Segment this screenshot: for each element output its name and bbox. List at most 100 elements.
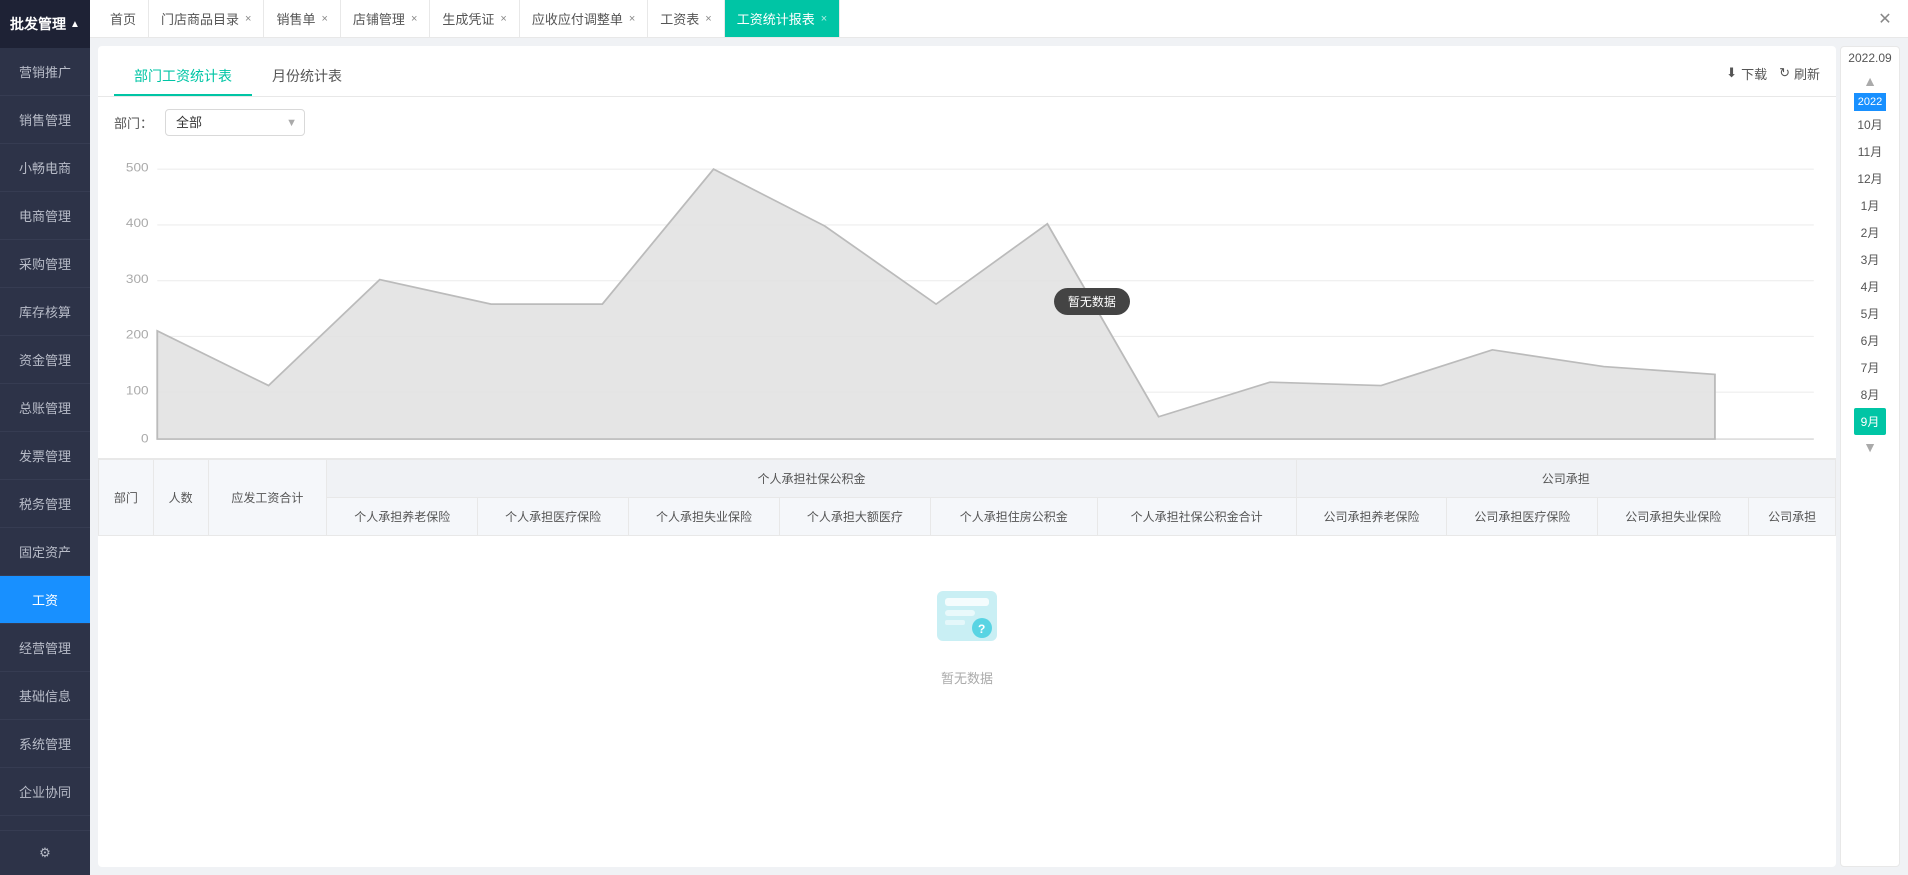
tab-bar-end: ✕ xyxy=(1870,4,1900,34)
tab-close-icon[interactable]: × xyxy=(245,13,251,25)
table-wrapper[interactable]: 部门 人数 应发工资合计 个人承担社保公积金 公司承担 个人承担养老保险 个人承… xyxy=(98,458,1836,867)
sidebar-title: 批发管理 xyxy=(10,14,66,34)
sidebar-item-基础信息[interactable]: 基础信息 xyxy=(0,672,90,720)
stats-table: 部门 人数 应发工资合计 个人承担社保公积金 公司承担 个人承担养老保险 个人承… xyxy=(98,459,1836,536)
sidebar-item-电商管理[interactable]: 电商管理 xyxy=(0,192,90,240)
cal-down-button[interactable]: ▼ xyxy=(1841,435,1899,459)
sidebar-arrow-icon: ▲ xyxy=(70,19,80,30)
svg-text:0: 0 xyxy=(141,431,149,445)
cal-month-10月[interactable]: 10月 xyxy=(1854,111,1886,138)
th-personal-big-medical: 个人承担大额医疗 xyxy=(779,498,930,536)
download-icon: ⬇ xyxy=(1726,65,1737,81)
sidebar-header[interactable]: 批发管理 ▲ xyxy=(0,0,90,48)
sidebar-item-固定资产[interactable]: 固定资产 xyxy=(0,528,90,576)
cal-month-8月[interactable]: 8月 xyxy=(1854,381,1886,408)
tab-label: 门店商品目录 xyxy=(161,9,239,28)
refresh-label: 刷新 xyxy=(1794,64,1820,83)
tab-工资统计报表[interactable]: 工资统计报表 × xyxy=(725,0,840,38)
sidebar-item-经营管理[interactable]: 经营管理 xyxy=(0,624,90,672)
tab-label: 工资统计报表 xyxy=(737,9,815,28)
svg-text:300: 300 xyxy=(126,272,149,286)
th-company-other: 公司承担 xyxy=(1749,498,1836,536)
sidebar-item-新手引导[interactable]: 新手引导 xyxy=(0,816,90,830)
tab-应收应付调整单[interactable]: 应收应付调整单 × xyxy=(520,0,648,38)
close-all-tabs-button[interactable]: ✕ xyxy=(1870,4,1900,34)
sidebar-item-总账管理[interactable]: 总账管理 xyxy=(0,384,90,432)
cal-month-6月[interactable]: 6月 xyxy=(1854,327,1886,354)
tab-close-icon[interactable]: × xyxy=(411,13,417,25)
th-personal-total: 个人承担社保公积金合计 xyxy=(1097,498,1296,536)
cal-year-label: 2022 xyxy=(1854,93,1886,111)
tab-销售单[interactable]: 销售单 × xyxy=(264,0,340,38)
cal-month-3月[interactable]: 3月 xyxy=(1854,246,1886,273)
cal-months: 202210月11月12月1月2月3月4月5月6月7月8月9月 xyxy=(1854,93,1886,435)
th-company-unemployment: 公司承担失业保险 xyxy=(1598,498,1749,536)
sidebar-item-库存核算[interactable]: 库存核算 xyxy=(0,288,90,336)
tab-close-icon[interactable]: × xyxy=(821,13,827,25)
sidebar-item-小畅电商[interactable]: 小畅电商 xyxy=(0,144,90,192)
cal-current-date: 2022.09 xyxy=(1841,47,1899,69)
tab-close-icon[interactable]: × xyxy=(629,13,635,25)
settings-button[interactable]: ⚙ xyxy=(0,830,90,875)
page-content: 部门工资统计表月份统计表 ⬇ 下载 ↻ 刷新 部门： 全部销 xyxy=(98,46,1836,867)
no-data-container: ? 暂无数据 xyxy=(98,536,1836,727)
cal-up-button[interactable]: ▲ xyxy=(1841,69,1899,93)
th-company-pension: 公司承担养老保险 xyxy=(1296,498,1447,536)
svg-text:200: 200 xyxy=(126,327,149,341)
th-dept: 部门 xyxy=(99,460,154,536)
dept-filter-label: 部门： xyxy=(114,113,153,132)
tab-label: 首页 xyxy=(110,9,136,28)
tab-label: 应收应付调整单 xyxy=(532,9,623,28)
refresh-button[interactable]: ↻ 刷新 xyxy=(1779,64,1820,83)
tab-店铺管理[interactable]: 店铺管理 × xyxy=(341,0,430,38)
tab-label: 工资表 xyxy=(660,9,699,28)
cal-month-1月[interactable]: 1月 xyxy=(1854,192,1886,219)
dept-select-wrapper: 全部销售部采购部财务部行政部 ▼ xyxy=(165,109,305,136)
svg-text:500: 500 xyxy=(126,160,149,174)
sub-tab-actions: ⬇ 下载 ↻ 刷新 xyxy=(1726,64,1820,91)
tab-label: 生成凭证 xyxy=(442,9,494,28)
tab-工资表[interactable]: 工资表 × xyxy=(648,0,724,38)
tab-生成凭证[interactable]: 生成凭证 × xyxy=(430,0,519,38)
tab-bar: 首页门店商品目录×销售单×店铺管理×生成凭证×应收应付调整单×工资表×工资统计报… xyxy=(90,0,1908,38)
cal-month-11月[interactable]: 11月 xyxy=(1854,138,1886,165)
sidebar-item-系统管理[interactable]: 系统管理 xyxy=(0,720,90,768)
sub-tab-bar: 部门工资统计表月份统计表 ⬇ 下载 ↻ 刷新 xyxy=(98,46,1836,97)
sidebar-item-营销推广[interactable]: 营销推广 xyxy=(0,48,90,96)
cal-month-2月[interactable]: 2月 xyxy=(1854,219,1886,246)
sidebar-item-采购管理[interactable]: 采购管理 xyxy=(0,240,90,288)
sidebar-item-税务管理[interactable]: 税务管理 xyxy=(0,480,90,528)
sidebar-item-销售管理[interactable]: 销售管理 xyxy=(0,96,90,144)
download-label: 下载 xyxy=(1741,64,1767,83)
refresh-icon: ↻ xyxy=(1779,65,1790,81)
cal-month-7月[interactable]: 7月 xyxy=(1854,354,1886,381)
cal-month-9月[interactable]: 9月 xyxy=(1854,408,1886,435)
tab-门店商品目录[interactable]: 门店商品目录 × xyxy=(149,0,264,38)
no-data-icon: ? xyxy=(927,576,1007,656)
cal-month-12月[interactable]: 12月 xyxy=(1854,165,1886,192)
svg-text:400: 400 xyxy=(126,216,149,230)
cal-month-5月[interactable]: 5月 xyxy=(1854,300,1886,327)
tab-label: 销售单 xyxy=(276,9,315,28)
tab-label: 店铺管理 xyxy=(353,9,405,28)
dept-select[interactable]: 全部销售部采购部财务部行政部 xyxy=(165,109,305,136)
tab-close-icon[interactable]: × xyxy=(705,13,711,25)
cal-month-4月[interactable]: 4月 xyxy=(1854,273,1886,300)
th-personal-medical: 个人承担医疗保险 xyxy=(478,498,629,536)
tab-首页[interactable]: 首页 xyxy=(98,0,149,38)
sidebar-nav: 营销推广销售管理小畅电商电商管理采购管理库存核算资金管理总账管理发票管理税务管理… xyxy=(0,48,90,830)
chart-svg: 500 400 300 200 100 0 xyxy=(114,158,1820,448)
sub-tab-月份统计表[interactable]: 月份统计表 xyxy=(252,58,362,96)
sidebar-item-资金管理[interactable]: 资金管理 xyxy=(0,336,90,384)
sidebar-item-工资[interactable]: 工资 xyxy=(0,576,90,624)
th-personal-housing: 个人承担住房公积金 xyxy=(930,498,1097,536)
tab-close-icon[interactable]: × xyxy=(321,13,327,25)
sub-tab-部门工资统计表[interactable]: 部门工资统计表 xyxy=(114,58,252,96)
download-button[interactable]: ⬇ 下载 xyxy=(1726,64,1767,83)
tab-close-icon[interactable]: × xyxy=(500,13,506,25)
th-personal-pension: 个人承担养老保险 xyxy=(327,498,478,536)
sidebar-item-发票管理[interactable]: 发票管理 xyxy=(0,432,90,480)
content-area: 部门工资统计表月份统计表 ⬇ 下载 ↻ 刷新 部门： 全部销 xyxy=(90,38,1908,875)
sidebar-item-企业协同[interactable]: 企业协同 xyxy=(0,768,90,816)
sub-tabs: 部门工资统计表月份统计表 xyxy=(114,58,362,96)
